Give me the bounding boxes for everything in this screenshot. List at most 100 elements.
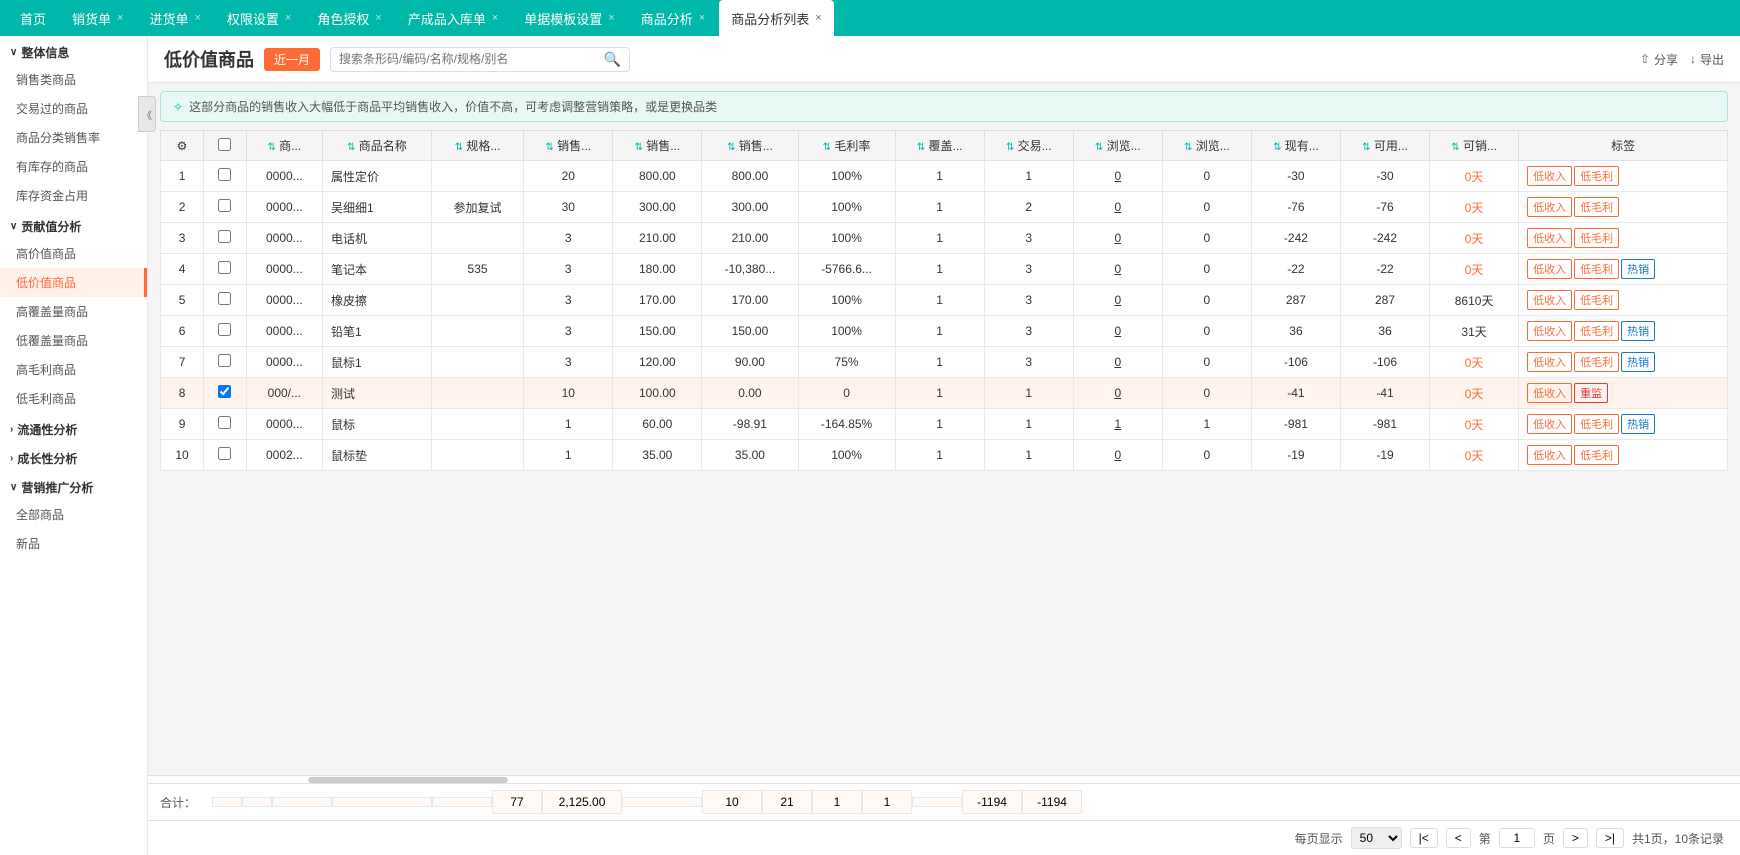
cell-views1[interactable]: 0 bbox=[1073, 316, 1162, 347]
cell-checkbox[interactable] bbox=[204, 161, 247, 192]
close-purchase-icon[interactable]: × bbox=[194, 12, 200, 24]
sidebar-group-marketing[interactable]: ∨ 营销推广分析 bbox=[0, 471, 147, 500]
cell-views1[interactable]: 0 bbox=[1073, 378, 1162, 409]
nav-permissions[interactable]: 权限设置 × bbox=[215, 0, 303, 36]
views-link[interactable]: 0 bbox=[1114, 386, 1121, 400]
close-stock-in-icon[interactable]: × bbox=[492, 12, 498, 24]
sidebar-item-high-margin[interactable]: 高毛利商品 bbox=[0, 355, 147, 384]
sidebar-item-low-margin[interactable]: 低毛利商品 bbox=[0, 384, 147, 413]
nav-product-list[interactable]: 商品分析列表 × bbox=[719, 0, 833, 36]
cell-checkbox[interactable] bbox=[204, 440, 247, 471]
cell-views1[interactable]: 0 bbox=[1073, 223, 1162, 254]
cell-views1[interactable]: 0 bbox=[1073, 254, 1162, 285]
views-link[interactable]: 1 bbox=[1114, 417, 1121, 431]
views-link[interactable]: 0 bbox=[1114, 262, 1121, 276]
row-checkbox[interactable] bbox=[218, 354, 231, 367]
cell-checkbox[interactable] bbox=[204, 285, 247, 316]
cell-checkbox[interactable] bbox=[204, 254, 247, 285]
cell-views1[interactable]: 1 bbox=[1073, 409, 1162, 440]
nav-product-analysis[interactable]: 商品分析 × bbox=[629, 0, 717, 36]
nav-purchase[interactable]: 进货单 × bbox=[137, 0, 212, 36]
search-box[interactable]: 🔍 bbox=[330, 47, 630, 72]
nav-stock-in[interactable]: 产成品入库单 × bbox=[396, 0, 510, 36]
views-link[interactable]: 0 bbox=[1114, 448, 1121, 462]
sidebar-item-traded[interactable]: 交易过的商品 bbox=[0, 94, 147, 123]
scrollbar-row[interactable] bbox=[148, 775, 1740, 783]
sidebar-group-contribution[interactable]: ∨ 贡献值分析 bbox=[0, 210, 147, 239]
sidebar-item-all-products[interactable]: 全部商品 bbox=[0, 500, 147, 529]
page-size-select[interactable]: 50 100 bbox=[1351, 827, 1402, 849]
cell-views1[interactable]: 0 bbox=[1073, 192, 1162, 223]
close-templates-icon[interactable]: × bbox=[608, 12, 614, 24]
row-checkbox[interactable] bbox=[218, 292, 231, 305]
close-permissions-icon[interactable]: × bbox=[285, 12, 291, 24]
col-coverage[interactable]: ⇅ 覆盖... bbox=[895, 131, 984, 161]
cell-views1[interactable]: 0 bbox=[1073, 440, 1162, 471]
col-settings[interactable]: ⚙ bbox=[161, 131, 204, 161]
col-views2[interactable]: ⇅ 浏览... bbox=[1162, 131, 1251, 161]
row-checkbox[interactable] bbox=[218, 385, 231, 398]
sidebar-group-growth[interactable]: › 成长性分析 bbox=[0, 442, 147, 471]
views-link[interactable]: 0 bbox=[1114, 231, 1121, 245]
last-page-btn[interactable]: >| bbox=[1596, 828, 1624, 848]
row-checkbox[interactable] bbox=[218, 168, 231, 181]
cell-checkbox[interactable] bbox=[204, 192, 247, 223]
page-input[interactable] bbox=[1499, 828, 1535, 848]
row-checkbox[interactable] bbox=[218, 230, 231, 243]
sidebar-group-overview[interactable]: ∨ 整体信息 bbox=[0, 36, 147, 65]
col-gross-margin[interactable]: ⇅ 毛利率 bbox=[798, 131, 895, 161]
table-container[interactable]: ⚙ ⇅ 商... ⇅ 商品名称 ⇅ 规格... ⇅ 销售... ⇅ 销售... … bbox=[160, 130, 1728, 775]
row-checkbox[interactable] bbox=[218, 416, 231, 429]
views-link[interactable]: 0 bbox=[1114, 355, 1121, 369]
sidebar-item-high-coverage[interactable]: 高覆盖量商品 bbox=[0, 297, 147, 326]
select-all-checkbox[interactable] bbox=[218, 138, 231, 151]
share-btn[interactable]: ⇧ 分享 bbox=[1640, 51, 1678, 68]
export-btn[interactable]: ↓ 导出 bbox=[1690, 51, 1724, 68]
row-checkbox[interactable] bbox=[218, 261, 231, 274]
col-trades[interactable]: ⇅ 交易... bbox=[984, 131, 1073, 161]
views-link[interactable]: 0 bbox=[1114, 293, 1121, 307]
close-product-analysis-icon[interactable]: × bbox=[699, 12, 705, 24]
cell-checkbox[interactable] bbox=[204, 316, 247, 347]
sidebar-item-capital[interactable]: 库存资金占用 bbox=[0, 181, 147, 210]
nav-home[interactable]: 首页 bbox=[8, 0, 58, 36]
cell-checkbox[interactable] bbox=[204, 409, 247, 440]
views-link[interactable]: 0 bbox=[1114, 169, 1121, 183]
col-views1[interactable]: ⇅ 浏览... bbox=[1073, 131, 1162, 161]
sidebar-item-low-value[interactable]: 低价值商品 bbox=[0, 268, 147, 297]
prev-page-btn[interactable]: < bbox=[1446, 828, 1471, 848]
nav-roles[interactable]: 角色授权 × bbox=[305, 0, 393, 36]
sidebar-item-in-stock[interactable]: 有库存的商品 bbox=[0, 152, 147, 181]
row-checkbox[interactable] bbox=[218, 447, 231, 460]
row-checkbox[interactable] bbox=[218, 199, 231, 212]
row-checkbox[interactable] bbox=[218, 323, 231, 336]
sidebar-group-circulation[interactable]: › 流通性分析 bbox=[0, 413, 147, 442]
sidebar-item-high-value[interactable]: 高价值商品 bbox=[0, 239, 147, 268]
views-link[interactable]: 0 bbox=[1114, 200, 1121, 214]
cell-views1[interactable]: 0 bbox=[1073, 347, 1162, 378]
col-code[interactable]: ⇅ 商... bbox=[246, 131, 322, 161]
search-input[interactable] bbox=[339, 52, 604, 66]
close-roles-icon[interactable]: × bbox=[375, 12, 381, 24]
sidebar-item-sales-products[interactable]: 销售类商品 bbox=[0, 65, 147, 94]
close-sales-icon[interactable]: × bbox=[117, 12, 123, 24]
sidebar-item-low-coverage[interactable]: 低覆盖量商品 bbox=[0, 326, 147, 355]
cell-views1[interactable]: 0 bbox=[1073, 161, 1162, 192]
sidebar-item-category-rate[interactable]: 商品分类销售率 bbox=[0, 123, 147, 152]
nav-sales[interactable]: 销货单 × bbox=[60, 0, 135, 36]
first-page-btn[interactable]: |< bbox=[1410, 828, 1438, 848]
views-link[interactable]: 0 bbox=[1114, 324, 1121, 338]
cell-views1[interactable]: 0 bbox=[1073, 285, 1162, 316]
col-sales-profit[interactable]: ⇅ 销售... bbox=[702, 131, 798, 161]
filter-btn-recent[interactable]: 近一月 bbox=[264, 48, 320, 71]
col-checkbox[interactable] bbox=[204, 131, 247, 161]
col-sales-qty[interactable]: ⇅ 销售... bbox=[524, 131, 613, 161]
col-current-stock[interactable]: ⇅ 现有... bbox=[1251, 131, 1340, 161]
col-spec[interactable]: ⇅ 规格... bbox=[431, 131, 523, 161]
close-product-list-icon[interactable]: × bbox=[815, 12, 821, 24]
nav-templates[interactable]: 单据模板设置 × bbox=[512, 0, 626, 36]
col-available-stock[interactable]: ⇅ 可用... bbox=[1340, 131, 1429, 161]
sidebar-collapse-btn[interactable]: 《 bbox=[138, 96, 156, 132]
cell-checkbox[interactable] bbox=[204, 347, 247, 378]
col-name[interactable]: ⇅ 商品名称 bbox=[322, 131, 431, 161]
